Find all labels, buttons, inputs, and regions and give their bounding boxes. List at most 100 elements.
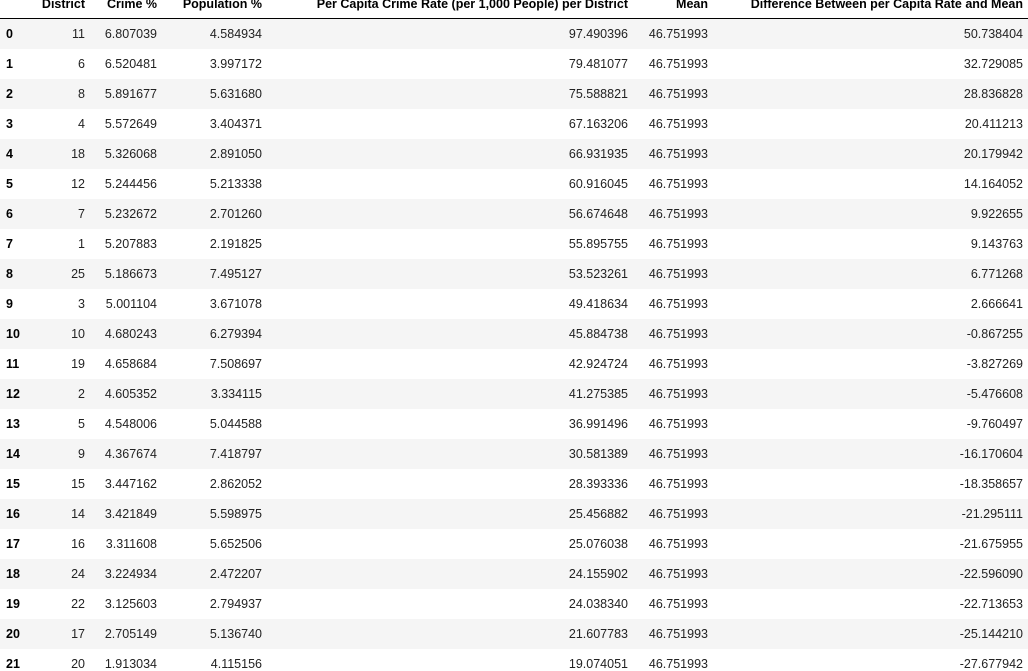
per-capita-rate-cell: 36.991496 xyxy=(568,416,628,431)
per-capita-rate-cell: 56.674648 xyxy=(568,206,628,221)
row-index: 18 xyxy=(6,566,20,581)
table-row: 6 7 5.232672 2.701260 56.674648 46.751993 9.92… xyxy=(0,198,1028,229)
per-capita-rate-cell: 24.155902 xyxy=(568,566,628,581)
table-row: 17 16 3.311608 5.652506 25.076038 46.751993 -2… xyxy=(0,529,1028,559)
table-row: 2 8 5.891677 5.631680 75.588821 46.751993 28.8… xyxy=(0,78,1028,109)
difference-cell: -25.144210 xyxy=(959,626,1023,641)
per-capita-rate-cell: 53.523261 xyxy=(568,266,628,281)
crime-pct-cell: 3.311608 xyxy=(105,536,157,551)
mean-cell: 46.751993 xyxy=(648,206,708,221)
mean-cell: 46.751993 xyxy=(648,596,708,611)
crime-pct-cell: 5.244456 xyxy=(104,176,157,191)
population-pct-cell: 3.671078 xyxy=(209,296,262,311)
crime-pct-cell: 5.572649 xyxy=(104,116,157,131)
district-cell: 3 xyxy=(78,296,85,311)
table-row: 16 14 3.421849 5.598975 25.456882 46.751993 -2… xyxy=(0,498,1028,529)
mean-cell: 46.751993 xyxy=(648,26,708,41)
district-cell: 2 xyxy=(78,386,85,401)
crime-pct-cell: 1.913034 xyxy=(104,656,157,671)
district-cell: 19 xyxy=(71,356,85,371)
mean-cell: 46.751993 xyxy=(648,416,708,431)
difference-cell: -0.867255 xyxy=(966,326,1023,341)
table-row: 15 15 3.447162 2.862052 28.393336 46.751993 -1… xyxy=(0,469,1028,499)
per-capita-rate-cell: 79.481077 xyxy=(568,56,628,71)
row-index: 0 xyxy=(6,26,13,41)
per-capita-rate-cell: 25.076038 xyxy=(568,536,628,551)
row-index: 1 xyxy=(6,56,13,71)
district-cell: 25 xyxy=(71,266,85,281)
population-pct-cell: 2.862052 xyxy=(209,476,262,491)
per-capita-rate-cell: 25.456882 xyxy=(568,506,628,521)
per-capita-rate-cell: 60.916045 xyxy=(568,176,628,191)
district-cell: 14 xyxy=(71,506,85,521)
mean-cell: 46.751993 xyxy=(648,266,708,281)
dataframe-table: District Crime % Population % Per Capita… xyxy=(0,0,1028,671)
crime-pct-cell: 5.001104 xyxy=(105,296,157,311)
difference-cell: 20.411213 xyxy=(964,116,1023,131)
difference-cell: 28.836828 xyxy=(963,86,1023,101)
population-pct-cell: 5.631680 xyxy=(209,86,262,101)
row-index: 8 xyxy=(6,266,13,281)
difference-cell: 9.143763 xyxy=(970,236,1023,251)
population-pct-cell: 3.334115 xyxy=(210,386,262,401)
crime-pct-cell: 4.680243 xyxy=(104,326,157,341)
mean-cell: 46.751993 xyxy=(648,326,708,341)
table-row: 0 11 6.807039 4.584934 97.490396 46.751993 50.… xyxy=(0,18,1028,49)
crime-pct-cell: 3.421849 xyxy=(104,506,157,521)
row-index: 6 xyxy=(6,206,13,221)
table-row: 10 10 4.680243 6.279394 45.884738 46.751993 -0… xyxy=(0,318,1028,349)
mean-cell: 46.751993 xyxy=(648,536,708,551)
population-pct-cell: 4.115156 xyxy=(210,656,262,671)
column-header-per-capita-rate: Per Capita Crime Rate (per 1,000 People)… xyxy=(267,0,633,19)
district-cell: 5 xyxy=(78,416,85,431)
difference-cell: 32.729085 xyxy=(963,56,1023,71)
difference-cell: 50.738404 xyxy=(963,26,1023,41)
table-row: 13 5 4.548006 5.044588 36.991496 46.751993 -9.… xyxy=(0,409,1028,439)
per-capita-rate-cell: 75.588821 xyxy=(568,86,628,101)
per-capita-rate-cell: 49.418634 xyxy=(568,296,628,311)
district-cell: 11 xyxy=(72,26,85,41)
column-header-mean: Mean xyxy=(633,0,713,19)
district-cell: 12 xyxy=(71,176,85,191)
district-cell: 18 xyxy=(71,146,85,161)
per-capita-rate-cell: 24.038340 xyxy=(568,596,628,611)
row-index: 19 xyxy=(6,596,20,611)
row-index: 10 xyxy=(6,326,20,341)
district-cell: 7 xyxy=(78,206,85,221)
per-capita-rate-cell: 66.931935 xyxy=(568,146,628,161)
crime-pct-cell: 4.367674 xyxy=(104,446,157,461)
mean-cell: 46.751993 xyxy=(648,176,708,191)
column-header-index xyxy=(0,0,30,19)
per-capita-rate-cell: 41.275385 xyxy=(568,386,628,401)
crime-pct-cell: 4.548006 xyxy=(104,416,157,431)
per-capita-rate-cell: 55.895755 xyxy=(568,236,628,251)
district-cell: 24 xyxy=(71,566,85,581)
mean-cell: 46.751993 xyxy=(648,446,708,461)
table-header: District Crime % Population % Per Capita… xyxy=(0,0,1028,19)
row-index: 15 xyxy=(6,476,20,491)
column-header-difference: Difference Between per Capita Rate and M… xyxy=(713,0,1028,19)
row-index: 5 xyxy=(6,176,13,191)
population-pct-cell: 7.495127 xyxy=(209,266,262,281)
mean-cell: 46.751993 xyxy=(648,356,708,371)
population-pct-cell: 7.418797 xyxy=(209,446,262,461)
row-index: 20 xyxy=(6,626,20,641)
row-index: 14 xyxy=(6,446,20,461)
dataframe-output: District Crime % Population % Per Capita… xyxy=(0,0,1028,671)
difference-cell: 6.771268 xyxy=(970,266,1023,281)
mean-cell: 46.751993 xyxy=(648,116,708,131)
district-cell: 10 xyxy=(71,326,85,341)
difference-cell: -22.713653 xyxy=(959,596,1023,611)
column-header-crime-pct: Crime % xyxy=(90,0,162,19)
district-cell: 20 xyxy=(71,656,85,671)
district-cell: 15 xyxy=(71,476,85,491)
table-row: 21 20 1.913034 4.115156 19.074051 46.751993 -2… xyxy=(0,649,1028,671)
table-row: 9 3 5.001104 3.671078 49.418634 46.751993 2.66… xyxy=(0,289,1028,319)
row-index: 16 xyxy=(6,506,20,521)
population-pct-cell: 2.472207 xyxy=(209,566,262,581)
population-pct-cell: 2.701260 xyxy=(209,206,262,221)
mean-cell: 46.751993 xyxy=(648,296,708,311)
crime-pct-cell: 5.207883 xyxy=(104,236,157,251)
population-pct-cell: 5.044588 xyxy=(209,416,262,431)
district-cell: 8 xyxy=(78,86,85,101)
